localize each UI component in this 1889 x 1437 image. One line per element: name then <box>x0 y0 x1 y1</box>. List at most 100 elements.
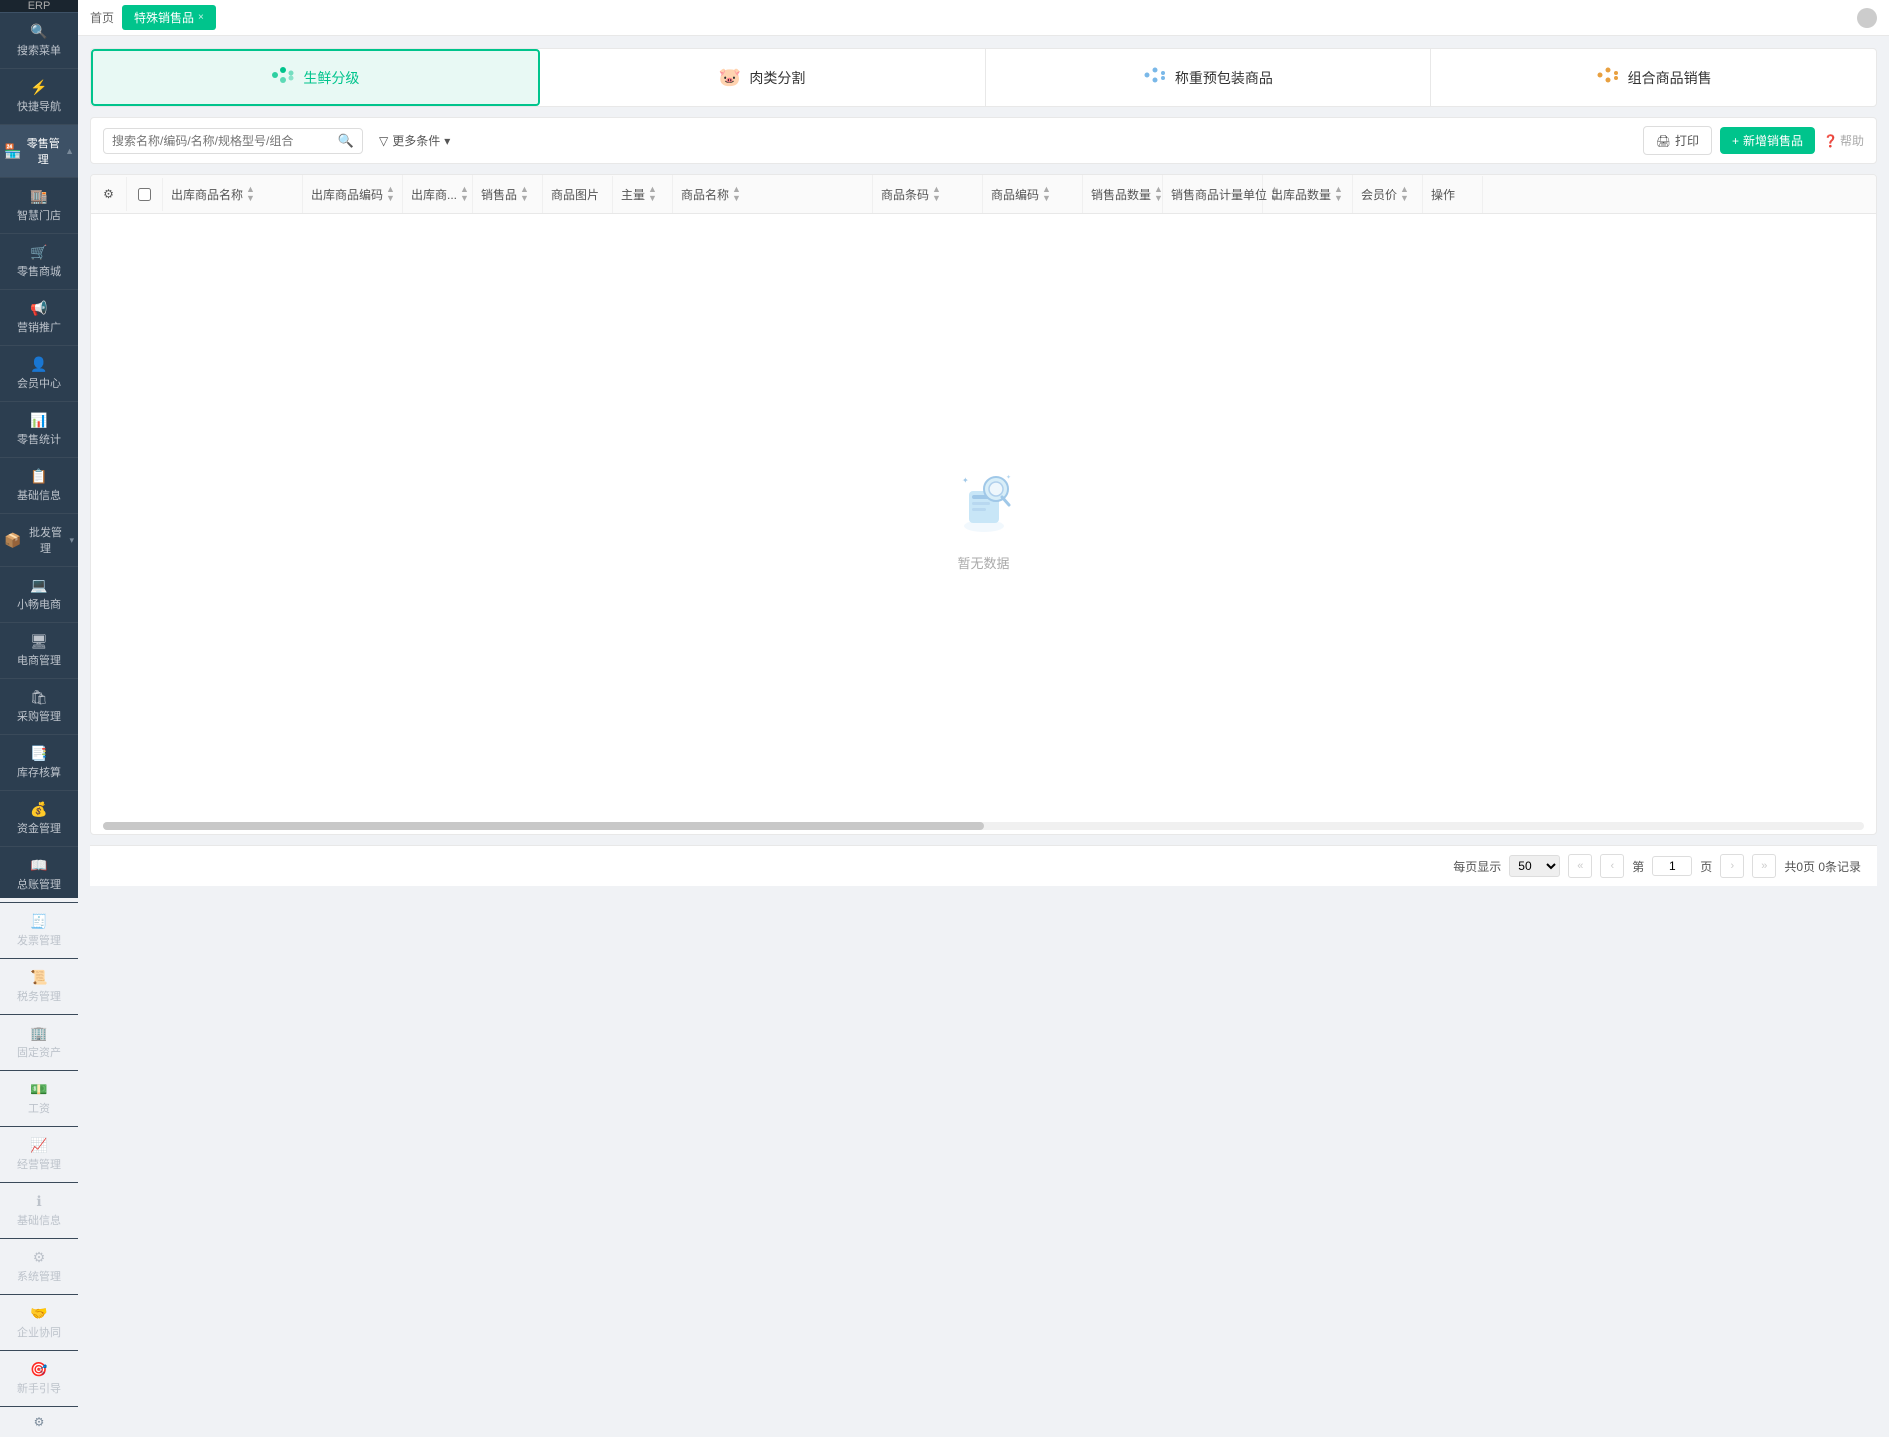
sidebar-item-smart-store[interactable]: 🏬 智慧门店 <box>0 178 78 234</box>
th-img[interactable]: 商品图片 <box>543 176 613 213</box>
sort-icon5: ▲▼ <box>648 185 657 203</box>
basic-info-retail-icon: 📋 <box>30 468 47 485</box>
page-number-input[interactable] <box>1652 856 1692 876</box>
tabs-row: 生鲜分级 🐷 肉类分割 称重预包装商品 <box>90 48 1877 107</box>
invoice-icon: 🧾 <box>30 913 47 930</box>
purchase-icon: 🛍 <box>30 689 48 706</box>
sidebar-item-salary[interactable]: 💵 工资 <box>0 1071 78 1127</box>
sort-icon12: ▲▼ <box>1400 185 1409 203</box>
sidebar-item-finance[interactable]: 💰 资金管理 <box>0 791 78 847</box>
sidebar-item-collab[interactable]: 🤝 企业协同 <box>0 1295 78 1351</box>
th-saleqty[interactable]: 销售品数量 ▲▼ <box>1083 175 1163 213</box>
th-weight-label: 主量 <box>621 186 645 203</box>
sidebar-item-retail[interactable]: 🏪 零售管理 ▲ <box>0 125 78 178</box>
search-box[interactable]: 🔍 <box>103 128 363 154</box>
topbar-active-tab[interactable]: 特殊销售品 × <box>122 5 216 30</box>
sidebar-item-marketing[interactable]: 📢 营销推广 <box>0 290 78 346</box>
gear-settings-icon[interactable]: ⚙ <box>103 187 114 201</box>
sidebar-item-search[interactable]: 🔍 搜索菜单 <box>0 13 78 69</box>
next-page-button[interactable]: › <box>1720 854 1744 878</box>
th-barcode[interactable]: 商品条码 ▲▼ <box>873 175 983 213</box>
sidebar-item-ecommerce-mgr[interactable]: 🖥 电商管理 <box>0 623 78 679</box>
prev-page-button[interactable]: ‹ <box>1600 854 1624 878</box>
sidebar-item-label: 系统管理 <box>17 1268 61 1284</box>
sidebar-item-label: 库存核算 <box>17 764 61 780</box>
th-sale[interactable]: 销售品 ▲▼ <box>473 175 543 213</box>
tab-combo[interactable]: 组合商品销售 <box>1431 49 1876 106</box>
sidebar-item-ledger[interactable]: 📖 总账管理 <box>0 847 78 903</box>
sidebar-settings[interactable]: ⚙ <box>0 1407 78 1437</box>
collab-icon: 🤝 <box>30 1305 47 1322</box>
th-outpic[interactable]: 出库商... ▲▼ <box>403 175 473 213</box>
th-outcode[interactable]: 出库商品编码 ▲▼ <box>303 175 403 213</box>
new-item-button[interactable]: + 新增销售品 <box>1720 127 1815 154</box>
sidebar-item-tax[interactable]: 📜 税务管理 <box>0 959 78 1015</box>
sidebar-item-basic-info2[interactable]: ℹ 基础信息 <box>0 1183 78 1239</box>
help-button[interactable]: ❓ 帮助 <box>1823 132 1864 149</box>
salary-icon: 💵 <box>30 1081 47 1098</box>
ecommerce-mgr-icon: 🖥 <box>30 633 48 650</box>
th-outqty[interactable]: 出库品数量 ▲▼ <box>1263 175 1353 213</box>
sidebar-item-retail-stats[interactable]: 📊 零售统计 <box>0 402 78 458</box>
sidebar-item-label: 固定资产 <box>17 1044 61 1060</box>
topbar-home[interactable]: 首页 <box>90 9 114 26</box>
sidebar-item-wholesale[interactable]: 📦 批发管理 ▾ <box>0 514 78 567</box>
sidebar-item-quick-nav[interactable]: ⚡ 快捷导航 <box>0 69 78 125</box>
tab-fresh[interactable]: 生鲜分级 <box>91 49 540 106</box>
horizontal-scrollbar[interactable] <box>103 822 1864 830</box>
page-suffix: 页 <box>1700 858 1712 875</box>
tab-scale[interactable]: 称重预包装商品 <box>986 49 1432 106</box>
sidebar-item-label: 企业协同 <box>17 1324 61 1340</box>
sidebar: ERP 🔍 搜索菜单 ⚡ 快捷导航 🏪 零售管理 ▲ 🏬 智慧门店 🛒 零售商城… <box>0 0 78 898</box>
th-saleunit[interactable]: 销售商品计量单位 ▲▼ <box>1163 175 1263 213</box>
search-icon: 🔍 <box>30 23 47 40</box>
data-table: ⚙ 出库商品名称 ▲▼ 出库商品编码 ▲▼ 出库商... ▲▼ <box>90 174 1877 835</box>
sidebar-item-guide[interactable]: 🎯 新手引导 <box>0 1351 78 1407</box>
meat-icon: 🐷 <box>719 67 741 88</box>
th-gear[interactable]: ⚙ <box>91 177 127 211</box>
sidebar-item-label: 工资 <box>28 1100 50 1116</box>
th-goodscode[interactable]: 商品编码 ▲▼ <box>983 175 1083 213</box>
search-icon-btn[interactable]: 🔍 <box>338 133 354 149</box>
sidebar-item-purchase[interactable]: 🛍 采购管理 <box>0 679 78 735</box>
tab-scale-label: 称重预包装商品 <box>1175 68 1273 88</box>
sidebar-item-label: 税务管理 <box>17 988 61 1004</box>
sidebar-item-basic-info-retail[interactable]: 📋 基础信息 <box>0 458 78 514</box>
print-icon: 🖨 <box>1656 134 1671 148</box>
topbar-close-icon[interactable]: × <box>198 12 204 23</box>
th-outcode-label: 出库商品编码 <box>311 186 383 203</box>
search-input[interactable] <box>112 134 334 148</box>
sort-icon8: ▲▼ <box>1042 185 1051 203</box>
sidebar-item-biz-mgr[interactable]: 📈 经营管理 <box>0 1127 78 1183</box>
ecommerce-small-icon: 💻 <box>30 577 47 594</box>
th-memberp[interactable]: 会员价 ▲▼ <box>1353 175 1423 213</box>
th-check[interactable] <box>127 178 163 211</box>
biz-mgr-icon: 📈 <box>30 1137 47 1154</box>
sidebar-item-ecommerce-small[interactable]: 💻 小畅电商 <box>0 567 78 623</box>
sidebar-item-retail-mall[interactable]: 🛒 零售商城 <box>0 234 78 290</box>
sidebar-item-invoice[interactable]: 🧾 发票管理 <box>0 903 78 959</box>
table-header: ⚙ 出库商品名称 ▲▼ 出库商品编码 ▲▼ 出库商... ▲▼ <box>91 175 1876 214</box>
scrollbar-thumb <box>103 822 984 830</box>
tab-meat-label: 肉类分割 <box>749 68 805 88</box>
print-button[interactable]: 🖨 打印 <box>1643 126 1712 155</box>
th-weight[interactable]: 主量 ▲▼ <box>613 175 673 213</box>
member-icon: 👤 <box>30 356 47 373</box>
sidebar-item-inventory[interactable]: 📑 库存核算 <box>0 735 78 791</box>
th-outname[interactable]: 出库商品名称 ▲▼ <box>163 175 303 213</box>
first-page-button[interactable]: « <box>1568 854 1592 878</box>
per-page-select[interactable]: 50 10 20 100 <box>1509 855 1560 877</box>
select-all-checkbox[interactable] <box>138 188 151 201</box>
sidebar-item-label: 基础信息 <box>17 1212 61 1228</box>
sidebar-item-member[interactable]: 👤 会员中心 <box>0 346 78 402</box>
toolbar-right: 🖨 打印 + 新增销售品 ❓ 帮助 <box>1643 126 1864 155</box>
th-goodsname[interactable]: 商品名称 ▲▼ <box>673 175 873 213</box>
filter-arrow-icon: ▾ <box>444 134 450 148</box>
th-sale-label: 销售品 <box>481 186 517 203</box>
tab-meat[interactable]: 🐷 肉类分割 <box>540 49 986 106</box>
sidebar-item-system[interactable]: ⚙ 系统管理 <box>0 1239 78 1295</box>
filter-button[interactable]: ▽ 更多条件 ▾ <box>371 128 458 153</box>
last-page-button[interactable]: » <box>1752 854 1776 878</box>
sidebar-item-fixed-assets[interactable]: 🏢 固定资产 <box>0 1015 78 1071</box>
th-op: 操作 <box>1423 176 1483 213</box>
